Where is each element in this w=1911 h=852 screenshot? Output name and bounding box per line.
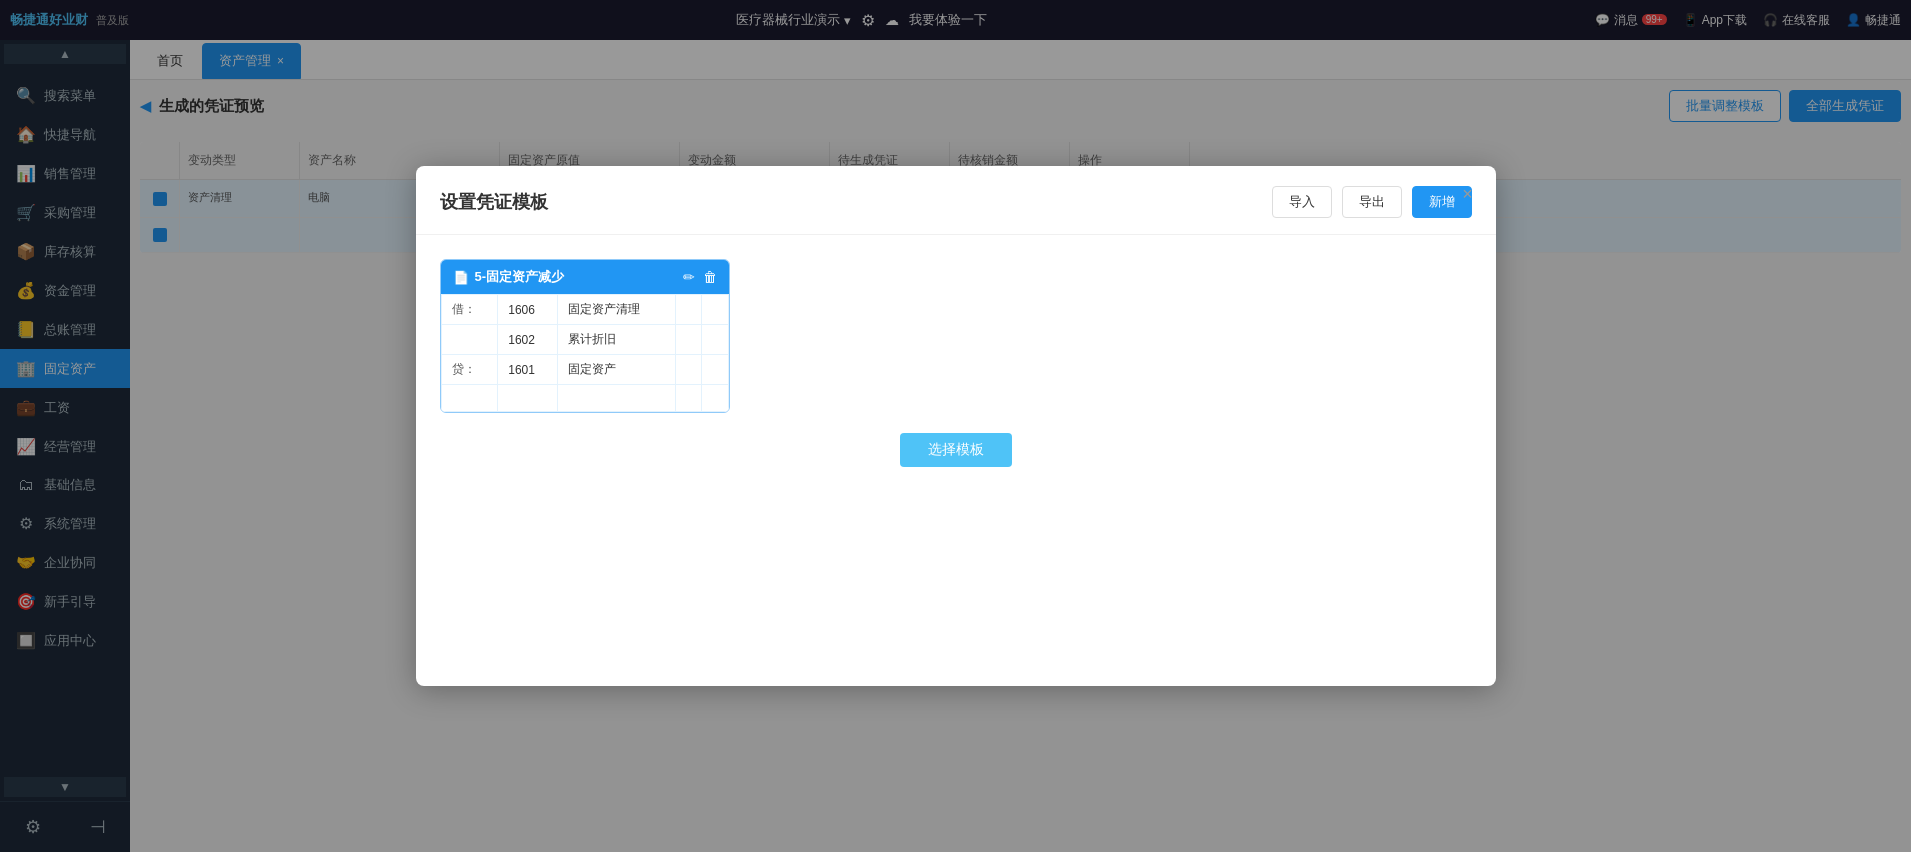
dialog-title: 设置凭证模板 bbox=[440, 190, 548, 214]
credit-code-1: 1601 bbox=[498, 355, 558, 385]
template-header-left: 📄 5-固定资产减少 bbox=[453, 268, 565, 286]
debit-cell-1a bbox=[675, 295, 701, 325]
credit-name-1: 固定资产 bbox=[558, 355, 675, 385]
debit-indent bbox=[441, 325, 498, 355]
template-name: 5-固定资产减少 bbox=[475, 268, 565, 286]
empty-5 bbox=[701, 385, 728, 412]
template-card-body: 借： 1606 固定资产清理 1602 累计折旧 bbox=[441, 294, 729, 412]
template-doc-icon: 📄 bbox=[453, 270, 469, 285]
dialog-overlay: 设置凭证模板 导入 导出 新增 × 📄 5-固定资产减少 ✏ 🗑 bbox=[0, 0, 1911, 852]
import-btn[interactable]: 导入 bbox=[1272, 186, 1332, 218]
credit-cell-1a bbox=[675, 355, 701, 385]
empty-1 bbox=[441, 385, 498, 412]
template-delete-btn[interactable]: 🗑 bbox=[703, 269, 717, 285]
template-card-header: 📄 5-固定资产减少 ✏ 🗑 bbox=[441, 260, 729, 294]
dialog: 设置凭证模板 导入 导出 新增 × 📄 5-固定资产减少 ✏ 🗑 bbox=[416, 166, 1496, 686]
credit-cell-1b bbox=[701, 355, 728, 385]
select-btn-area: 选择模板 bbox=[440, 433, 1472, 467]
empty-row-1 bbox=[441, 385, 728, 412]
debit-name-2: 累计折旧 bbox=[558, 325, 675, 355]
template-edit-btn[interactable]: ✏ bbox=[683, 269, 695, 285]
debit-code-2: 1602 bbox=[498, 325, 558, 355]
credit-row-1: 贷： 1601 固定资产 bbox=[441, 355, 728, 385]
credit-label: 贷： bbox=[441, 355, 498, 385]
template-card-actions: ✏ 🗑 bbox=[683, 269, 717, 285]
dialog-header: 设置凭证模板 导入 导出 新增 × bbox=[416, 166, 1496, 235]
template-entries-table: 借： 1606 固定资产清理 1602 累计折旧 bbox=[441, 294, 729, 412]
debit-cell-2b bbox=[701, 325, 728, 355]
dialog-body: 📄 5-固定资产减少 ✏ 🗑 借： 1606 固 bbox=[416, 235, 1496, 686]
dialog-close-btn[interactable]: × bbox=[1456, 182, 1480, 206]
debit-cell-1b bbox=[701, 295, 728, 325]
empty-2 bbox=[498, 385, 558, 412]
debit-name-1: 固定资产清理 bbox=[558, 295, 675, 325]
debit-code-1: 1606 bbox=[498, 295, 558, 325]
debit-row-2: 1602 累计折旧 bbox=[441, 325, 728, 355]
debit-row-1: 借： 1606 固定资产清理 bbox=[441, 295, 728, 325]
dialog-header-actions: 导入 导出 新增 bbox=[1272, 186, 1472, 218]
empty-3 bbox=[558, 385, 675, 412]
debit-cell-2a bbox=[675, 325, 701, 355]
debit-label: 借： bbox=[441, 295, 498, 325]
template-card: 📄 5-固定资产减少 ✏ 🗑 借： 1606 固 bbox=[440, 259, 730, 413]
empty-4 bbox=[675, 385, 701, 412]
export-btn[interactable]: 导出 bbox=[1342, 186, 1402, 218]
select-template-btn[interactable]: 选择模板 bbox=[900, 433, 1012, 467]
